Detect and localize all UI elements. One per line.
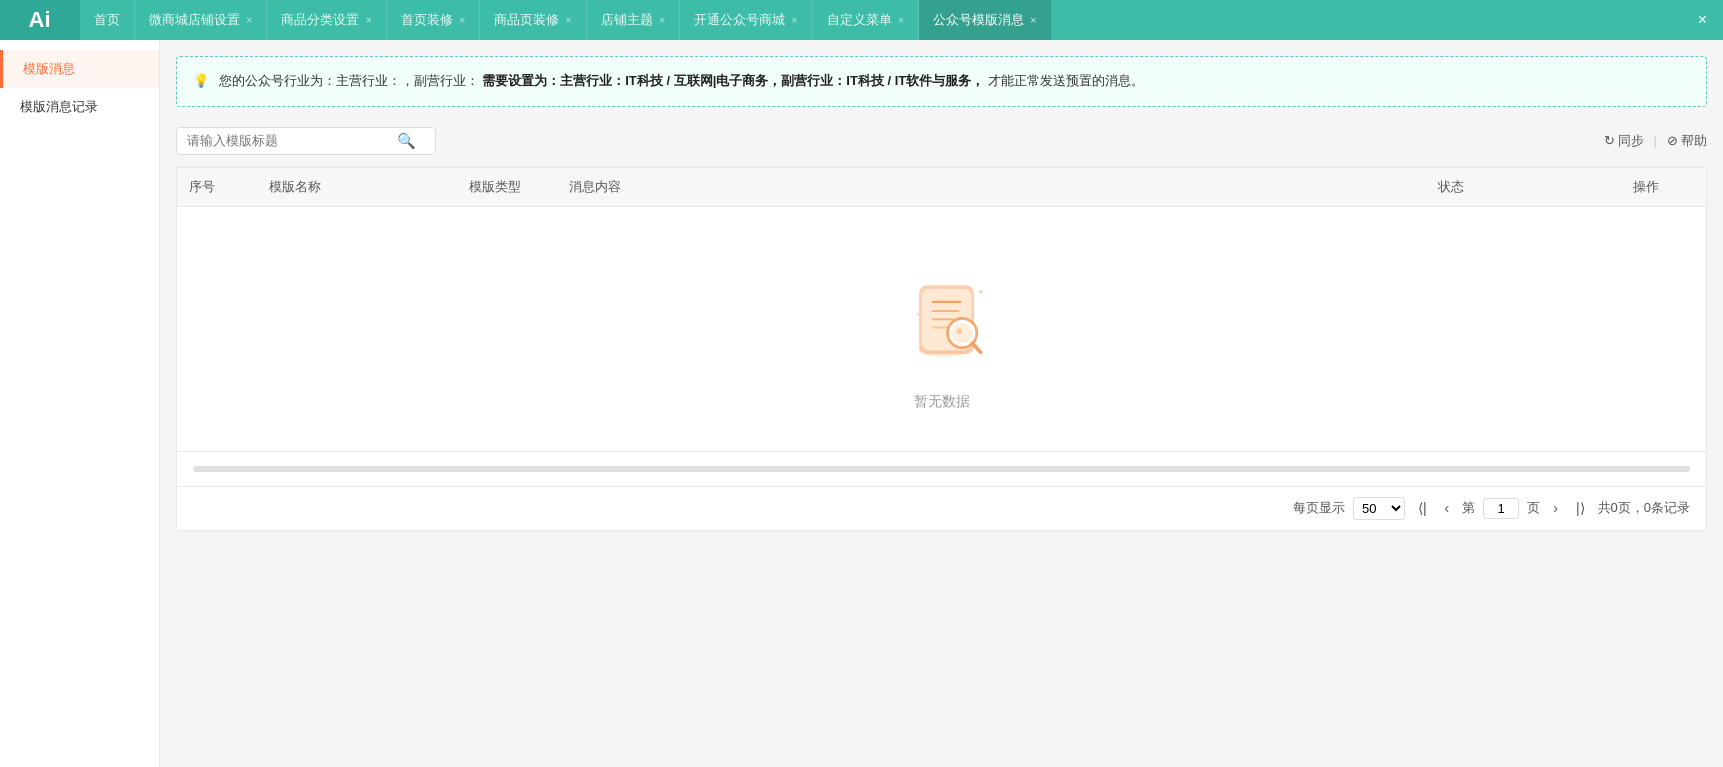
- sidebar-item-0[interactable]: 模版消息: [0, 50, 159, 88]
- help-label: 帮助: [1681, 132, 1707, 150]
- col-header-type: 模版类型: [457, 178, 557, 196]
- fake-scrollbar[interactable]: [193, 466, 1690, 472]
- total-label: 共0页，0条记录: [1598, 499, 1690, 517]
- nav-tab-0[interactable]: 首页: [80, 0, 135, 40]
- search-input[interactable]: [187, 133, 397, 148]
- info-banner: 💡 您的公众号行业为：主营行业：，副营行业： 需要设置为：主营行业：IT科技 /…: [176, 56, 1707, 107]
- last-page-button[interactable]: |⟩: [1571, 498, 1590, 518]
- col-header-content: 消息内容: [557, 178, 1426, 196]
- content-area: 💡 您的公众号行业为：主营行业：，副营行业： 需要设置为：主营行业：IT科技 /…: [160, 40, 1723, 767]
- toolbar-right: ↻ 同步 | ⊘ 帮助: [1604, 132, 1707, 150]
- nav-tab-close-5[interactable]: ×: [659, 14, 665, 26]
- table-header: 序号 模版名称 模版类型 消息内容 状态 操作: [177, 168, 1706, 207]
- help-button[interactable]: ⊘ 帮助: [1667, 132, 1707, 150]
- nav-tab-7[interactable]: 自定义菜单×: [813, 0, 919, 40]
- page-number-input[interactable]: [1483, 498, 1519, 519]
- nav-tabs-container: 首页微商城店铺设置×商品分类设置×首页装修×商品页装修×店铺主题×开通公众号商城…: [80, 0, 1682, 40]
- pagination: 每页显示 50 20 100 ⟨| ‹ 第 页 › |⟩ 共0页，0条记录: [177, 486, 1706, 530]
- empty-icon: ✦ ✦: [887, 267, 997, 377]
- nav-tab-4[interactable]: 商品页装修×: [480, 0, 586, 40]
- empty-text: 暂无数据: [914, 393, 970, 411]
- nav-tab-close-8[interactable]: ×: [1030, 14, 1036, 26]
- col-header-name: 模版名称: [257, 178, 457, 196]
- nav-tab-5[interactable]: 店铺主题×: [587, 0, 680, 40]
- sidebar-item-1[interactable]: 模版消息记录: [0, 88, 159, 126]
- help-icon: ⊘: [1667, 133, 1678, 148]
- prev-page-button[interactable]: ‹: [1440, 498, 1455, 518]
- main-layout: 模版消息模版消息记录 💡 您的公众号行业为：主营行业：，副营行业： 需要设置为：…: [0, 40, 1723, 767]
- next-page-button[interactable]: ›: [1548, 498, 1563, 518]
- scrollbar-row: [177, 451, 1706, 486]
- info-prefix: 您的公众号行业为：主营行业：，副营行业：: [219, 73, 479, 88]
- nav-tab-close-4[interactable]: ×: [565, 14, 571, 26]
- svg-point-6: [952, 323, 972, 343]
- svg-text:✦: ✦: [976, 286, 984, 296]
- per-page-select[interactable]: 50 20 100: [1353, 497, 1405, 520]
- first-page-button[interactable]: ⟨|: [1413, 498, 1432, 518]
- nav-tab-6[interactable]: 开通公众号商城×: [680, 0, 812, 40]
- divider: |: [1654, 133, 1657, 148]
- per-page-label: 每页显示: [1293, 499, 1345, 517]
- nav-tab-8[interactable]: 公众号模版消息×: [919, 0, 1051, 40]
- nav-tab-close-2[interactable]: ×: [365, 14, 371, 26]
- nav-tab-close-7[interactable]: ×: [898, 14, 904, 26]
- svg-text:✦: ✦: [914, 310, 920, 319]
- nav-tab-close-1[interactable]: ×: [246, 14, 252, 26]
- col-header-status: 状态: [1426, 178, 1586, 196]
- logo: Ai: [0, 0, 80, 40]
- nav-tab-close-3[interactable]: ×: [459, 14, 465, 26]
- info-suffix: 才能正常发送预置的消息。: [988, 73, 1144, 88]
- nav-tab-close-6[interactable]: ×: [791, 14, 797, 26]
- sync-icon: ↻: [1604, 133, 1615, 148]
- page-label-after: 页: [1527, 499, 1540, 517]
- page-label-before: 第: [1462, 499, 1475, 517]
- col-header-index: 序号: [177, 178, 257, 196]
- search-bar: 🔍 ↻ 同步 | ⊘ 帮助: [176, 127, 1707, 155]
- nav-tab-1[interactable]: 微商城店铺设置×: [135, 0, 267, 40]
- data-table: 序号 模版名称 模版类型 消息内容 状态 操作: [176, 167, 1707, 531]
- top-nav: Ai 首页微商城店铺设置×商品分类设置×首页装修×商品页装修×店铺主题×开通公众…: [0, 0, 1723, 40]
- sync-label: 同步: [1618, 132, 1644, 150]
- global-close-button[interactable]: ×: [1682, 0, 1723, 40]
- sync-button[interactable]: ↻ 同步: [1604, 132, 1644, 150]
- empty-state: ✦ ✦ 暂无数据: [177, 207, 1706, 451]
- nav-tab-2[interactable]: 商品分类设置×: [267, 0, 386, 40]
- svg-point-8: [956, 328, 962, 334]
- nav-tab-3[interactable]: 首页装修×: [387, 0, 480, 40]
- col-header-action: 操作: [1586, 178, 1706, 196]
- search-input-wrap: 🔍: [176, 127, 436, 155]
- search-icon[interactable]: 🔍: [397, 132, 416, 150]
- bulb-icon: 💡: [193, 73, 209, 88]
- sidebar: 模版消息模版消息记录: [0, 40, 160, 767]
- info-highlight: 需要设置为：主营行业：IT科技 / 互联网|电子商务，副营行业：IT科技 / I…: [482, 73, 984, 88]
